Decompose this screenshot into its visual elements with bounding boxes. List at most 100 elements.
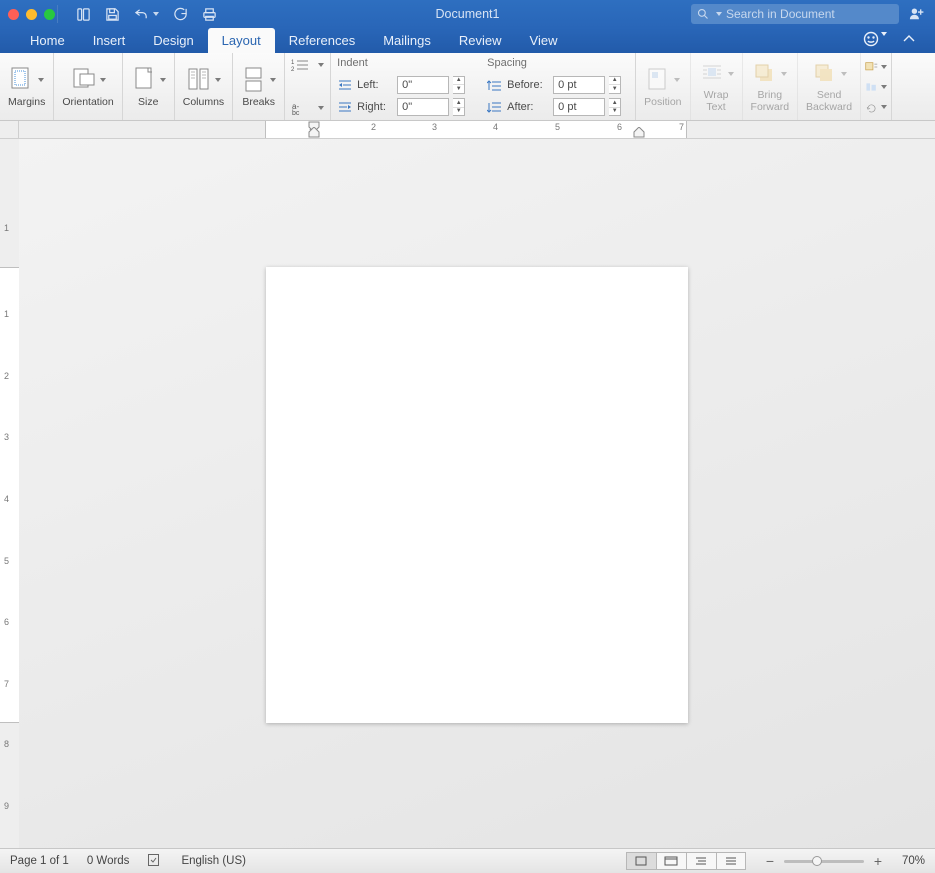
share-button[interactable] xyxy=(909,5,927,24)
size-button[interactable]: Size xyxy=(123,53,175,120)
ruler-v-7: 7 xyxy=(4,679,9,689)
send-backward-label: Send Backward xyxy=(806,90,852,113)
columns-label: Columns xyxy=(183,96,224,108)
document-canvas[interactable] xyxy=(19,139,935,848)
ruler-v-6: 6 xyxy=(4,617,9,627)
indent-right-input[interactable]: 0" xyxy=(397,98,449,116)
bring-forward-button: Bring Forward xyxy=(743,53,799,120)
ribbon-layout: Margins Orientation Size Columns Breaks … xyxy=(0,53,935,121)
indent-left-spinner[interactable]: ▲▼ xyxy=(453,76,465,94)
columns-button[interactable]: Columns xyxy=(175,53,233,120)
tab-review[interactable]: Review xyxy=(445,28,516,53)
status-bar: Page 1 of 1 0 Words English (US) − + 70% xyxy=(0,848,935,873)
zoom-in-button[interactable]: + xyxy=(872,853,884,869)
web-layout-view-button[interactable] xyxy=(656,852,686,870)
svg-text:2: 2 xyxy=(291,67,295,73)
zoom-window-button[interactable] xyxy=(44,9,55,20)
rotate-icon xyxy=(865,97,887,117)
align-icon xyxy=(865,77,887,97)
spacing-header: Spacing xyxy=(487,57,629,69)
spacing-before-input[interactable]: 0 pt xyxy=(553,76,605,94)
wrap-text-label: Wrap Text xyxy=(704,90,729,113)
line-number-hyphen-group: 12 a-bc xyxy=(285,53,330,120)
spacing-before-spinner[interactable]: ▲▼ xyxy=(609,76,621,94)
search-input[interactable]: Search in Document xyxy=(691,4,899,24)
svg-text:bc: bc xyxy=(292,110,300,116)
search-placeholder: Search in Document xyxy=(726,7,835,21)
title-bar: Document1 Search in Document xyxy=(0,0,935,28)
size-label: Size xyxy=(138,96,158,108)
zoom-control: − + xyxy=(764,853,884,869)
zoom-slider[interactable] xyxy=(784,860,864,863)
zoom-value[interactable]: 70% xyxy=(902,855,925,867)
indent-left-icon xyxy=(337,79,353,91)
ruler-v-1: 1 xyxy=(4,309,9,319)
quick-access-toolbar xyxy=(76,7,217,22)
close-window-button[interactable] xyxy=(8,9,19,20)
file-menu-icon[interactable] xyxy=(76,7,91,22)
zoom-out-button[interactable]: − xyxy=(764,853,776,869)
spacing-before-label: Before: xyxy=(507,79,549,91)
tab-home[interactable]: Home xyxy=(16,28,79,53)
tab-mailings[interactable]: Mailings xyxy=(369,28,445,53)
spacing-after-label: After: xyxy=(507,101,549,113)
view-mode-buttons xyxy=(626,852,746,870)
ruler-v-4: 4 xyxy=(4,494,9,504)
collapse-ribbon-icon[interactable] xyxy=(901,31,917,50)
spacing-before-icon xyxy=(487,79,503,91)
ribbon-tabs: Home Insert Design Layout References Mai… xyxy=(0,28,935,53)
draft-view-button[interactable] xyxy=(716,852,746,870)
window-controls xyxy=(8,9,55,20)
ruler-h-5: 5 xyxy=(555,122,560,132)
vertical-ruler[interactable]: 1 1 2 3 4 5 6 7 8 9 xyxy=(0,139,19,848)
ruler-v-5: 5 xyxy=(4,556,9,566)
status-page[interactable]: Page 1 of 1 xyxy=(10,855,69,867)
tab-layout[interactable]: Layout xyxy=(208,28,275,53)
spacing-after-input[interactable]: 0 pt xyxy=(553,98,605,116)
ruler-h-4: 4 xyxy=(493,122,498,132)
print-layout-view-button[interactable] xyxy=(626,852,656,870)
tab-references[interactable]: References xyxy=(275,28,369,53)
selection-pane-icon xyxy=(865,57,887,77)
spacing-after-icon xyxy=(487,101,503,113)
save-icon[interactable] xyxy=(105,7,120,22)
line-numbers-button[interactable]: 12 xyxy=(291,57,324,73)
minimize-window-button[interactable] xyxy=(26,9,37,20)
send-backward-button: Send Backward xyxy=(798,53,861,120)
indent-right-label: Right: xyxy=(357,101,393,113)
left-indent-marker[interactable] xyxy=(308,127,322,138)
indent-header: Indent xyxy=(337,57,475,69)
tab-insert[interactable]: Insert xyxy=(79,28,140,53)
ruler-v-9: 9 xyxy=(4,801,9,811)
document-page[interactable] xyxy=(266,267,688,723)
search-icon xyxy=(697,8,709,20)
outline-view-button[interactable] xyxy=(686,852,716,870)
status-language[interactable]: English (US) xyxy=(181,855,246,867)
orientation-label: Orientation xyxy=(62,96,113,108)
indent-right-spinner[interactable]: ▲▼ xyxy=(453,98,465,116)
status-words[interactable]: 0 Words xyxy=(87,855,130,867)
document-title: Document1 xyxy=(436,7,500,21)
wrap-text-button: Wrap Text xyxy=(691,53,743,120)
print-icon[interactable] xyxy=(202,7,217,22)
repeat-icon[interactable] xyxy=(173,7,188,22)
tab-design[interactable]: Design xyxy=(139,28,207,53)
margins-button[interactable]: Margins xyxy=(0,53,54,120)
breaks-button[interactable]: Breaks xyxy=(233,53,285,120)
position-label: Position xyxy=(644,96,681,108)
undo-icon[interactable] xyxy=(134,7,159,22)
horizontal-ruler[interactable]: 1 2 3 4 5 6 7 xyxy=(0,121,935,139)
indent-left-input[interactable]: 0" xyxy=(397,76,449,94)
ruler-h-2: 2 xyxy=(371,122,376,132)
right-indent-marker[interactable] xyxy=(633,127,647,138)
orientation-button[interactable]: Orientation xyxy=(54,53,122,120)
ruler-v-8: 8 xyxy=(4,739,9,749)
tab-view[interactable]: View xyxy=(516,28,572,53)
indent-left-label: Left: xyxy=(357,79,393,91)
spellcheck-icon[interactable] xyxy=(147,853,163,870)
spacing-after-spinner[interactable]: ▲▼ xyxy=(609,98,621,116)
hyphenation-button[interactable]: a-bc xyxy=(291,100,324,116)
indent-right-icon xyxy=(337,101,353,113)
ruler-v-2: 2 xyxy=(4,371,9,381)
feedback-icon[interactable] xyxy=(863,31,887,50)
